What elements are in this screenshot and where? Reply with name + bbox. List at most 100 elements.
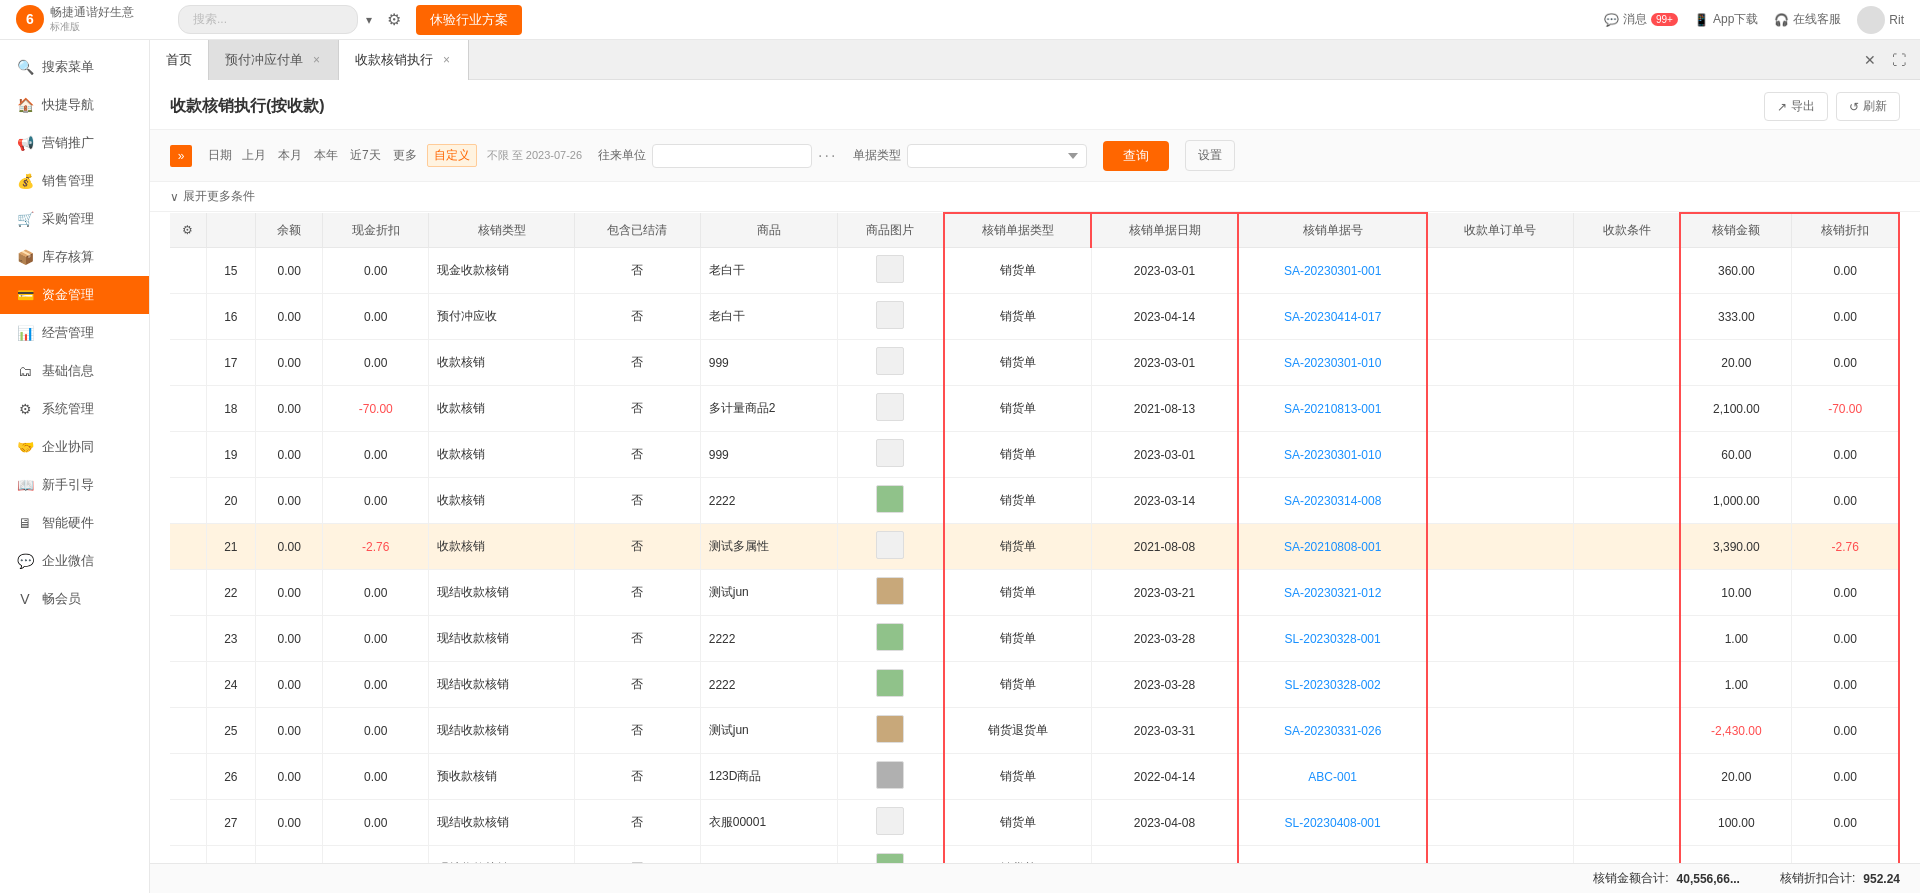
cell-balance: 0.00 xyxy=(256,708,323,754)
cell-cancelbillno[interactable]: ABC-001 xyxy=(1238,754,1427,800)
cell-cancelamount: 3,390.00 xyxy=(1680,524,1792,570)
col-settings-header[interactable]: ⚙ xyxy=(170,213,206,248)
cell-balance: 0.00 xyxy=(256,800,323,846)
date-last-month[interactable]: 上月 xyxy=(238,145,270,166)
date-7days[interactable]: 近7天 xyxy=(346,145,385,166)
refresh-button[interactable]: ↺ 刷新 xyxy=(1836,92,1900,121)
top-gear-btn[interactable]: ⚙ xyxy=(380,6,408,34)
cell-includesettled: 否 xyxy=(574,662,700,708)
cell-canceldiscount: 0.00 xyxy=(1792,294,1899,340)
cell-cancelamount: 100.00 xyxy=(1680,800,1792,846)
expand-more-bar[interactable]: ∨ 展开更多条件 xyxy=(150,182,1920,212)
export-button[interactable]: ↗ 导出 xyxy=(1764,92,1828,121)
filter-billtype-select[interactable] xyxy=(907,144,1087,168)
cell-settings xyxy=(170,708,206,754)
cell-seq: 15 xyxy=(206,248,256,294)
cell-canceldiscount: 0.00 xyxy=(1792,846,1899,864)
cell-receiptcondition xyxy=(1573,754,1680,800)
cell-canceldate: 2022-04-14 xyxy=(1091,754,1238,800)
date-more[interactable]: 更多 xyxy=(389,145,421,166)
query-button[interactable]: 查询 xyxy=(1103,141,1169,171)
tab-fullscreen-btn[interactable]: ⛶ xyxy=(1886,48,1912,72)
cell-cancelbillno[interactable]: SL-20230408-001 xyxy=(1238,800,1427,846)
cell-cancelbillno[interactable]: SL-20230328-001 xyxy=(1238,616,1427,662)
sidebar-item-search[interactable]: 🔍 搜索菜单 xyxy=(0,48,149,86)
tab-collection-close[interactable]: × xyxy=(441,51,452,69)
tab-prepay[interactable]: 预付冲应付单 × xyxy=(209,40,339,80)
cell-cancelbillno[interactable]: SL-20230418-001 xyxy=(1238,846,1427,864)
date-this-year[interactable]: 本年 xyxy=(310,145,342,166)
cell-cancelbillno[interactable]: SA-20230301-010 xyxy=(1238,340,1427,386)
sidebar-label: 销售管理 xyxy=(42,172,94,190)
user-area[interactable]: Rit xyxy=(1857,6,1904,34)
cell-seq: 21 xyxy=(206,524,256,570)
industry-btn[interactable]: 休验行业方案 xyxy=(416,5,522,35)
cell-receiptcondition xyxy=(1573,846,1680,864)
cell-canceltype: 收款核销 xyxy=(429,340,574,386)
table-container[interactable]: ⚙ 余额 现金折扣 核销类型 包含已结清 商品 商品图片 核销单据类型 核销单据… xyxy=(150,212,1920,863)
filter-expand-button[interactable]: » xyxy=(170,145,192,167)
cell-canceldiscount: -2.76 xyxy=(1792,524,1899,570)
cell-receiptcondition xyxy=(1573,524,1680,570)
cell-includesettled: 否 xyxy=(574,708,700,754)
cell-seq: 19 xyxy=(206,432,256,478)
cell-seq: 26 xyxy=(206,754,256,800)
cell-balance: 0.00 xyxy=(256,662,323,708)
date-this-month[interactable]: 本月 xyxy=(274,145,306,166)
filter-unit-input[interactable] xyxy=(652,144,812,168)
sidebar-item-member[interactable]: V 畅会员 xyxy=(0,580,149,618)
cell-cashdiscount: 0.00 xyxy=(323,432,429,478)
message-icon: 💬 xyxy=(1604,13,1619,27)
cell-cancelbillno[interactable]: SA-20210808-001 xyxy=(1238,524,1427,570)
hardware-icon: 🖥 xyxy=(16,515,34,531)
cell-canceldate: 2021-08-13 xyxy=(1091,386,1238,432)
sidebar-item-sales[interactable]: 💰 销售管理 xyxy=(0,162,149,200)
sidebar-item-business[interactable]: 📊 经营管理 xyxy=(0,314,149,352)
cell-settings xyxy=(170,524,206,570)
cell-cancelbillno[interactable]: SA-20230331-026 xyxy=(1238,708,1427,754)
cell-cancelbillno[interactable]: SA-20230301-001 xyxy=(1238,248,1427,294)
cell-cancelbillno[interactable]: SA-20230414-017 xyxy=(1238,294,1427,340)
filter-settings-button[interactable]: 设置 xyxy=(1185,140,1235,171)
cell-canceltype: 收款核销 xyxy=(429,432,574,478)
tab-collection[interactable]: 收款核销执行 × xyxy=(339,40,469,80)
tab-prepay-close[interactable]: × xyxy=(311,51,322,69)
footer-total-discount: 核销折扣合计: 952.24 xyxy=(1780,870,1900,887)
sidebar-item-finance[interactable]: 💳 资金管理 xyxy=(0,276,149,314)
date-custom-btn[interactable]: 自定义 xyxy=(427,144,477,167)
sidebar-item-marketing[interactable]: 📢 营销推广 xyxy=(0,124,149,162)
top-dropdown-btn[interactable]: ▾ xyxy=(366,13,372,27)
cell-cancelamount: 10.00 xyxy=(1680,570,1792,616)
sidebar-item-system[interactable]: ⚙ 系统管理 xyxy=(0,390,149,428)
cell-settings xyxy=(170,386,206,432)
member-icon: V xyxy=(16,591,34,607)
tab-close-btn[interactable]: ✕ xyxy=(1858,48,1882,72)
cell-cancelbillno[interactable]: SA-20230301-010 xyxy=(1238,432,1427,478)
cell-balance: 0.00 xyxy=(256,846,323,864)
online-service-item[interactable]: 🎧 在线客服 xyxy=(1774,11,1841,28)
sidebar-item-hardware[interactable]: 🖥 智能硬件 xyxy=(0,504,149,542)
total-discount-value: 952.24 xyxy=(1863,872,1900,886)
cell-cancelbillno[interactable]: SL-20230328-002 xyxy=(1238,662,1427,708)
cell-goods: 测试多属性 xyxy=(700,524,837,570)
sidebar-item-inventory[interactable]: 📦 库存核算 xyxy=(0,238,149,276)
cell-balance: 0.00 xyxy=(256,754,323,800)
cell-canceldate: 2023-03-01 xyxy=(1091,248,1238,294)
cell-settings xyxy=(170,340,206,386)
sidebar-item-guide[interactable]: 📖 新手引导 xyxy=(0,466,149,504)
logo-badge: 标准版 xyxy=(50,20,134,34)
cell-canceldiscount: 0.00 xyxy=(1792,754,1899,800)
sidebar-label: 系统管理 xyxy=(42,400,94,418)
cell-cancelbillno[interactable]: SA-20210813-001 xyxy=(1238,386,1427,432)
sidebar-item-basic[interactable]: 🗂 基础信息 xyxy=(0,352,149,390)
sidebar-item-wechat[interactable]: 💬 企业微信 xyxy=(0,542,149,580)
cell-cancelbillno[interactable]: SA-20230314-008 xyxy=(1238,478,1427,524)
cell-canceldate: 2023-03-01 xyxy=(1091,432,1238,478)
message-item[interactable]: 💬 消息 99+ xyxy=(1604,11,1678,28)
tab-home[interactable]: 首页 xyxy=(150,40,209,80)
sidebar-item-enterprise[interactable]: 🤝 企业协同 xyxy=(0,428,149,466)
sidebar-item-shortcuts[interactable]: 🏠 快捷导航 xyxy=(0,86,149,124)
app-download-item[interactable]: 📱 App下载 xyxy=(1694,11,1758,28)
cell-cancelbillno[interactable]: SA-20230321-012 xyxy=(1238,570,1427,616)
sidebar-item-purchase[interactable]: 🛒 采购管理 xyxy=(0,200,149,238)
